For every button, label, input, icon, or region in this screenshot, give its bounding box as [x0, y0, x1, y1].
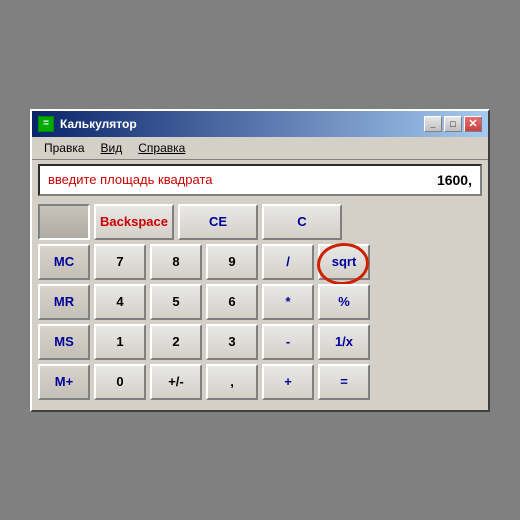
subtract-button[interactable]: -: [262, 324, 314, 360]
inverse-button[interactable]: 1/x: [318, 324, 370, 360]
buttons-area: Backspace CE C MC 7 8 9 / sqrt MR 4 5 6 …: [32, 200, 488, 410]
mr-button[interactable]: MR: [38, 284, 90, 320]
six-button[interactable]: 6: [206, 284, 258, 320]
window-title: Калькулятор: [60, 117, 137, 131]
ce-button[interactable]: CE: [178, 204, 258, 240]
ms-button[interactable]: MS: [38, 324, 90, 360]
title-bar-left: Калькулятор: [38, 116, 137, 132]
menu-bar: Правка Вид Справка: [32, 137, 488, 160]
eight-button[interactable]: 8: [150, 244, 202, 280]
display-value: 1600,: [412, 172, 472, 188]
display-area: введите площадь квадрата 1600,: [38, 164, 482, 196]
maximize-button[interactable]: □: [444, 116, 462, 132]
mplus-button[interactable]: M+: [38, 364, 90, 400]
c-button[interactable]: C: [262, 204, 342, 240]
dot-button[interactable]: ,: [206, 364, 258, 400]
two-button[interactable]: 2: [150, 324, 202, 360]
equals-button[interactable]: =: [318, 364, 370, 400]
three-button[interactable]: 3: [206, 324, 258, 360]
title-bar: Калькулятор _ □ ✕: [32, 111, 488, 137]
five-button[interactable]: 5: [150, 284, 202, 320]
display-hint: введите площадь квадрата: [48, 172, 212, 187]
button-row-0: Backspace CE C: [38, 204, 482, 240]
add-button[interactable]: +: [262, 364, 314, 400]
calculator-window: Калькулятор _ □ ✕ Правка Вид Справка вве…: [30, 109, 490, 412]
button-row-2: MR 4 5 6 * %: [38, 284, 482, 320]
one-button[interactable]: 1: [94, 324, 146, 360]
multiply-button[interactable]: *: [262, 284, 314, 320]
seven-button[interactable]: 7: [94, 244, 146, 280]
zero-button[interactable]: 0: [94, 364, 146, 400]
memory-display: [38, 204, 90, 240]
menu-item-spravka[interactable]: Справка: [130, 139, 193, 157]
button-row-3: MS 1 2 3 - 1/x: [38, 324, 482, 360]
menu-item-pravka[interactable]: Правка: [36, 139, 93, 157]
minimize-button[interactable]: _: [424, 116, 442, 132]
button-row-1: MC 7 8 9 / sqrt: [38, 244, 482, 280]
menu-item-vid[interactable]: Вид: [93, 139, 131, 157]
mc-button[interactable]: MC: [38, 244, 90, 280]
four-button[interactable]: 4: [94, 284, 146, 320]
title-buttons: _ □ ✕: [424, 116, 482, 132]
divide-button[interactable]: /: [262, 244, 314, 280]
percent-button[interactable]: %: [318, 284, 370, 320]
nine-button[interactable]: 9: [206, 244, 258, 280]
close-button[interactable]: ✕: [464, 116, 482, 132]
app-icon: [38, 116, 54, 132]
backspace-button[interactable]: Backspace: [94, 204, 174, 240]
plusminus-button[interactable]: +/-: [150, 364, 202, 400]
sqrt-button[interactable]: sqrt: [318, 244, 370, 280]
button-row-4: M+ 0 +/- , + =: [38, 364, 482, 400]
